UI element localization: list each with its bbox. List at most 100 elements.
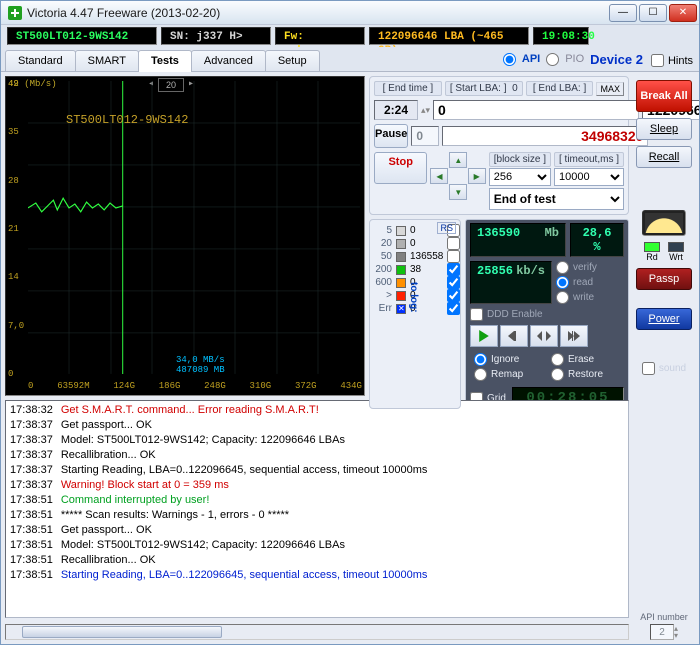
graph-y-axis: 42352821147,00 (8, 79, 28, 379)
tab-setup[interactable]: Setup (265, 50, 320, 71)
max-button[interactable]: MAX (596, 82, 624, 96)
stop-button[interactable]: Stop (374, 152, 427, 184)
read-radio[interactable]: read (556, 276, 624, 289)
end-time-label: [ End time ] (374, 81, 442, 96)
log-line: 17:38:37Model: ST500LT012-9WS142; Capaci… (10, 433, 624, 448)
graph-model-label: ST500LT012-9WS142 (66, 113, 188, 127)
play-button[interactable] (470, 325, 498, 347)
block-stat-checkbox[interactable] (447, 250, 460, 263)
upper-area: 49 (Mb/s) ◂ ▸ 42352821147,00 (5, 76, 629, 396)
graph-x-axis: 063592M124G186G248G310G372G434G (28, 381, 362, 393)
nav-left-icon[interactable]: ◀ (430, 168, 448, 184)
block-color-icon (396, 239, 406, 249)
power-button[interactable]: Power (636, 308, 692, 330)
log-line: 17:38:51Starting Reading, LBA=0..1220966… (10, 568, 624, 583)
mode-select[interactable]: End of test (489, 188, 624, 210)
tab-strip: Standard SMART Tests Advanced Setup (1, 47, 503, 71)
log-line: 17:38:32Get S.M.A.R.T. command... Error … (10, 403, 624, 418)
kbs-lcd: 25856kb/s (470, 261, 552, 304)
passp-button[interactable]: Passp (636, 268, 692, 290)
nav-up-icon[interactable]: ▲ (449, 152, 467, 168)
drive-model-field: ST500LT012-9WS142 (7, 27, 157, 45)
write-radio[interactable]: write (556, 291, 624, 304)
close-button[interactable]: ✕ (669, 4, 697, 22)
log-line: 17:38:51Recallibration... OK (10, 553, 624, 568)
log-hscrollbar[interactable] (5, 624, 629, 640)
log-panel[interactable]: 17:38:32Get S.M.A.R.T. command... Error … (5, 400, 629, 618)
ddd-checkbox[interactable]: DDD Enable (470, 308, 624, 321)
position-field (442, 126, 648, 146)
end-lba-label: [ End LBA: ] (526, 81, 594, 96)
remap-radio[interactable]: Remap (474, 368, 547, 381)
rdwrt-leds: Rd Wrt (641, 242, 687, 262)
titlebar: Victoria 4.47 Freeware (2013-02-20) — ☐ … (1, 1, 699, 25)
block-stat-row: 20038 (372, 263, 462, 276)
block-size-label: [block size ] (489, 152, 551, 167)
nav-down-icon[interactable]: ▼ (449, 184, 467, 200)
pct-lcd: 28,6 % (570, 223, 624, 257)
window-title: Victoria 4.47 Freeware (2013-02-20) (27, 6, 609, 20)
block-stat-checkbox[interactable] (447, 302, 460, 315)
pause-button[interactable]: Pause (374, 124, 408, 148)
log-line: 17:38:51Get passport... OK (10, 523, 624, 538)
log-line: 17:38:37Recallibration... OK (10, 448, 624, 463)
pio-radio[interactable]: PIO (546, 53, 584, 66)
app-window: Victoria 4.47 Freeware (2013-02-20) — ☐ … (0, 0, 700, 645)
sound-checkbox[interactable]: sound (642, 362, 686, 375)
block-stat-checkbox[interactable] (447, 289, 460, 302)
tab-smart[interactable]: SMART (75, 50, 139, 71)
step-back-button[interactable] (500, 325, 528, 347)
app-icon (7, 5, 23, 21)
api-down-icon[interactable]: ▾ (674, 632, 678, 639)
verify-radio[interactable]: verify (556, 261, 624, 274)
hints-checkbox[interactable]: Hints (651, 54, 699, 71)
action-radios: Ignore Erase Remap Restore (470, 351, 624, 383)
block-size-select[interactable]: 256 (489, 168, 551, 186)
api-number-input[interactable] (650, 624, 674, 640)
block-color-icon (396, 265, 406, 275)
vu-meter (642, 210, 686, 236)
status-panel: 136590Mb 28,6 % 25856kb/s verify read wr… (465, 219, 629, 409)
graph-speed-note: 34,0 MB/s (176, 355, 225, 365)
tab-advanced[interactable]: Advanced (191, 50, 266, 71)
log-line: 17:38:37Starting Reading, LBA=0..1220966… (10, 463, 624, 478)
timeout-label: [ timeout,ms ] (554, 152, 624, 167)
window-buttons: — ☐ ✕ (609, 4, 697, 22)
maximize-button[interactable]: ☐ (639, 4, 667, 22)
rd-led-icon (644, 242, 660, 252)
minimize-button[interactable]: — (609, 4, 637, 22)
clock-field: 19:08:30 (533, 27, 589, 45)
ignore-radio[interactable]: Ignore (474, 353, 547, 366)
wrt-led-icon (668, 242, 684, 252)
recall-button[interactable]: Recall (636, 146, 692, 168)
end-time-field[interactable] (374, 100, 418, 120)
lba-field: 122096646 LBA (~465 GB) (369, 27, 529, 45)
break-all-button[interactable]: Break All (636, 80, 692, 112)
status-area: RS 5020050136558200386000>0Err✕0 to log:… (369, 219, 629, 409)
speed-graph: 49 (Mb/s) ◂ ▸ 42352821147,00 (5, 76, 365, 396)
log-line: 17:38:37Get passport... OK (10, 418, 624, 433)
block-stat-checkbox[interactable] (447, 237, 460, 250)
restore-radio[interactable]: Restore (551, 368, 624, 381)
spin-icon[interactable]: ▴▾ (421, 105, 430, 116)
device-selector: API PIO Device 2 (503, 50, 651, 71)
tab-tests[interactable]: Tests (138, 50, 192, 72)
nav-right-icon[interactable]: ▶ (468, 168, 486, 184)
api-number: API number ▴▾ (640, 612, 688, 640)
block-stat-row: 50136558 (372, 250, 462, 263)
body: 49 (Mb/s) ◂ ▸ 42352821147,00 (1, 72, 699, 644)
erase-radio[interactable]: Erase (551, 353, 624, 366)
start-lba-field[interactable] (433, 100, 639, 120)
device-current[interactable]: Device 2 (590, 52, 643, 67)
step-random-button[interactable] (530, 325, 558, 347)
sleep-button[interactable]: Sleep (636, 118, 692, 140)
api-radio[interactable]: API (503, 53, 540, 66)
scroll-thumb[interactable] (22, 626, 222, 638)
block-color-icon (396, 252, 406, 262)
timeout-select[interactable]: 10000 (554, 168, 624, 186)
block-stat-checkbox[interactable] (447, 276, 460, 289)
step-fwd-button[interactable] (560, 325, 588, 347)
block-stat-checkbox[interactable] (447, 263, 460, 276)
log-line: 17:38:51Model: ST500LT012-9WS142; Capaci… (10, 538, 624, 553)
tab-standard[interactable]: Standard (5, 50, 76, 71)
